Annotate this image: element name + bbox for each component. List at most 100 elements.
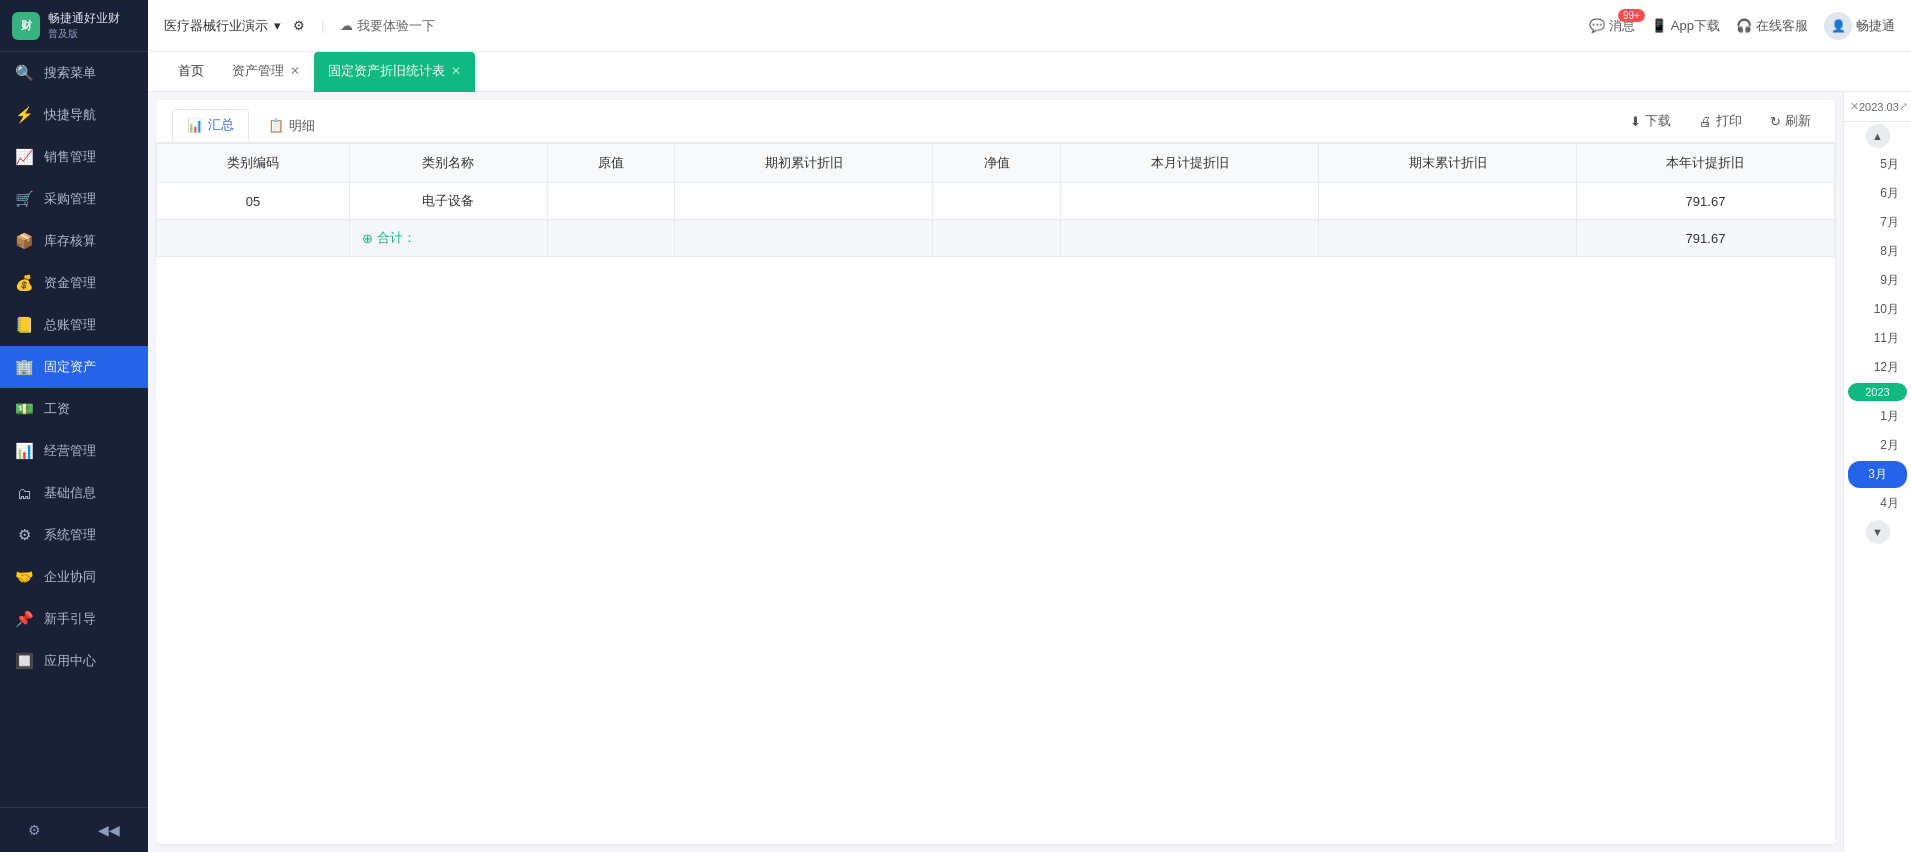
finance-icon: 💰 xyxy=(14,273,34,293)
settings-topbar-button[interactable]: ⚙ xyxy=(293,18,305,33)
sidebar-item-label: 固定资产 xyxy=(44,358,96,376)
inner-content: 📊 汇总 📋 明细 ⬇ 下载 🖨 打印 xyxy=(148,92,1911,852)
subtab-right: ⬇ 下载 🖨 打印 ↻ 刷新 xyxy=(1622,108,1819,142)
date-month-5[interactable]: 5月 xyxy=(1848,151,1907,178)
date-month-1[interactable]: 1月 xyxy=(1848,403,1907,430)
logo-subtitle: 普及版 xyxy=(48,27,120,41)
total-monthly xyxy=(1061,220,1319,257)
cloud-icon: ☁ xyxy=(340,18,353,33)
sidebar-item-label: 总账管理 xyxy=(44,316,96,334)
sidebar-item-inventory[interactable]: 📦 库存核算 xyxy=(0,220,148,262)
total-initial-accum xyxy=(675,220,933,257)
table-row-total: ⊕ 合计： 791.67 xyxy=(157,220,1835,257)
col-monthly: 本月计提折旧 xyxy=(1061,144,1319,183)
sidebar-item-label: 基础信息 xyxy=(44,484,96,502)
date-month-4[interactable]: 4月 xyxy=(1848,490,1907,517)
row-monthly xyxy=(1061,183,1319,220)
subtab-detail[interactable]: 📋 明细 xyxy=(253,109,330,141)
sidebar-item-label: 库存核算 xyxy=(44,232,96,250)
app-label: App下载 xyxy=(1671,17,1720,35)
date-nav-down[interactable]: ▼ xyxy=(1866,520,1890,544)
user-menu[interactable]: 👤 畅捷通 xyxy=(1824,12,1895,40)
refresh-button[interactable]: ↻ 刷新 xyxy=(1762,108,1819,134)
date-nav-up[interactable]: ▲ xyxy=(1866,124,1890,148)
sidebar-item-system[interactable]: ⚙ 系统管理 xyxy=(0,514,148,556)
row-code: 05 xyxy=(157,183,350,220)
app-download-button[interactable]: 📱 App下载 xyxy=(1651,17,1720,35)
date-month-8[interactable]: 8月 xyxy=(1848,238,1907,265)
right-panel: ✕ 2023.03 ⤢ ▲ 5月 6月 7月 8月 9月 10月 11月 12月… xyxy=(1843,92,1911,852)
sidebar: 财 畅捷通好业财 普及版 🔍 搜索菜单 ⚡ 快捷导航 📈 销售管理 🛒 采购管理… xyxy=(0,0,148,852)
sidebar-item-appcenter[interactable]: 🔲 应用中心 xyxy=(0,640,148,682)
col-initial-accum: 期初累计折旧 xyxy=(675,144,933,183)
home-label: 首页 xyxy=(178,62,204,80)
date-month-10[interactable]: 10月 xyxy=(1848,296,1907,323)
print-button[interactable]: 🖨 打印 xyxy=(1691,108,1750,134)
row-yearly: 791.67 xyxy=(1576,183,1834,220)
experience-button[interactable]: ☁ 我要体验一下 xyxy=(340,17,435,35)
sidebar-logo: 财 畅捷通好业财 普及版 xyxy=(0,0,148,52)
tab-assets-close[interactable]: ✕ xyxy=(290,64,300,78)
main-content: 医疗器械行业演示 ▾ ⚙ | ☁ 我要体验一下 💬 消息 99+ 📱 App下载… xyxy=(148,0,1911,852)
sidebar-item-search[interactable]: 🔍 搜索菜单 xyxy=(0,52,148,94)
company-selector[interactable]: 医疗器械行业演示 ▾ xyxy=(164,17,281,35)
refresh-label: 刷新 xyxy=(1785,112,1811,130)
message-button[interactable]: 💬 消息 99+ xyxy=(1589,17,1635,35)
sidebar-item-payroll[interactable]: 💵 工资 xyxy=(0,388,148,430)
download-icon: ⬇ xyxy=(1630,114,1641,129)
sidebar-item-guide[interactable]: 📌 新手引导 xyxy=(0,598,148,640)
tabbar: 首页 资产管理 ✕ 固定资产折旧统计表 ✕ xyxy=(148,52,1911,92)
sidebar-item-label: 资金管理 xyxy=(44,274,96,292)
settings-button[interactable]: ⚙ xyxy=(22,816,47,844)
date-month-2[interactable]: 2月 xyxy=(1848,432,1907,459)
detail-icon: 📋 xyxy=(268,118,284,133)
row-original xyxy=(547,183,675,220)
total-empty xyxy=(157,220,350,257)
col-yearly: 本年计提折旧 xyxy=(1576,144,1834,183)
settings-topbar-icon: ⚙ xyxy=(293,18,305,33)
sidebar-item-quicknav[interactable]: ⚡ 快捷导航 xyxy=(0,94,148,136)
date-month-12[interactable]: 12月 xyxy=(1848,354,1907,381)
collab-icon: 🤝 xyxy=(14,567,34,587)
date-month-6[interactable]: 6月 xyxy=(1848,180,1907,207)
total-label: ⊕ 合计： xyxy=(362,229,535,247)
sidebar-item-purchase[interactable]: 🛒 采购管理 xyxy=(0,178,148,220)
sidebar-item-label: 企业协同 xyxy=(44,568,96,586)
date-month-3-active[interactable]: 3月 xyxy=(1848,461,1907,488)
total-label-cell: ⊕ 合计： xyxy=(349,220,547,257)
panel-close-button[interactable]: ✕ xyxy=(1850,100,1859,113)
basic-icon: 🗂 xyxy=(14,483,34,503)
print-icon: 🖨 xyxy=(1699,114,1712,129)
subtab-summary[interactable]: 📊 汇总 xyxy=(172,109,249,142)
sidebar-item-finance[interactable]: 💰 资金管理 xyxy=(0,262,148,304)
depreciation-table: 类别编码 类别名称 原值 期初累计折旧 净值 本月计提折旧 期末累计折旧 本年计… xyxy=(156,143,1835,257)
date-current-year[interactable]: 2023 xyxy=(1848,383,1907,401)
total-original xyxy=(547,220,675,257)
service-button[interactable]: 🎧 在线客服 xyxy=(1736,17,1808,35)
tab-depreciation-close[interactable]: ✕ xyxy=(451,64,461,78)
date-month-7[interactable]: 7月 xyxy=(1848,209,1907,236)
panel-expand-button[interactable]: ⤢ xyxy=(1899,100,1908,113)
sidebar-item-collab[interactable]: 🤝 企业协同 xyxy=(0,556,148,598)
phone-icon: 📱 xyxy=(1651,18,1667,33)
download-button[interactable]: ⬇ 下载 xyxy=(1622,108,1679,134)
search-icon: 🔍 xyxy=(14,63,34,83)
sidebar-item-ledger[interactable]: 📒 总账管理 xyxy=(0,304,148,346)
sidebar-nav: 🔍 搜索菜单 ⚡ 快捷导航 📈 销售管理 🛒 采购管理 📦 库存核算 💰 资金管… xyxy=(0,52,148,807)
tab-depreciation[interactable]: 固定资产折旧统计表 ✕ xyxy=(314,52,475,92)
row-initial-accum xyxy=(675,183,933,220)
tab-assets[interactable]: 资产管理 ✕ xyxy=(218,52,314,92)
quicknav-icon: ⚡ xyxy=(14,105,34,125)
sidebar-item-label: 应用中心 xyxy=(44,652,96,670)
tab-home[interactable]: 首页 xyxy=(164,52,218,92)
date-month-11[interactable]: 11月 xyxy=(1848,325,1907,352)
collapse-button[interactable]: ◀◀ xyxy=(92,816,126,844)
sidebar-item-sales[interactable]: 📈 销售管理 xyxy=(0,136,148,178)
system-icon: ⚙ xyxy=(14,525,34,545)
purchase-icon: 🛒 xyxy=(14,189,34,209)
sales-icon: 📈 xyxy=(14,147,34,167)
sidebar-item-fixed[interactable]: 🏢 固定资产 xyxy=(0,346,148,388)
sidebar-item-basic[interactable]: 🗂 基础信息 xyxy=(0,472,148,514)
date-month-9[interactable]: 9月 xyxy=(1848,267,1907,294)
sidebar-item-operations[interactable]: 📊 经营管理 xyxy=(0,430,148,472)
